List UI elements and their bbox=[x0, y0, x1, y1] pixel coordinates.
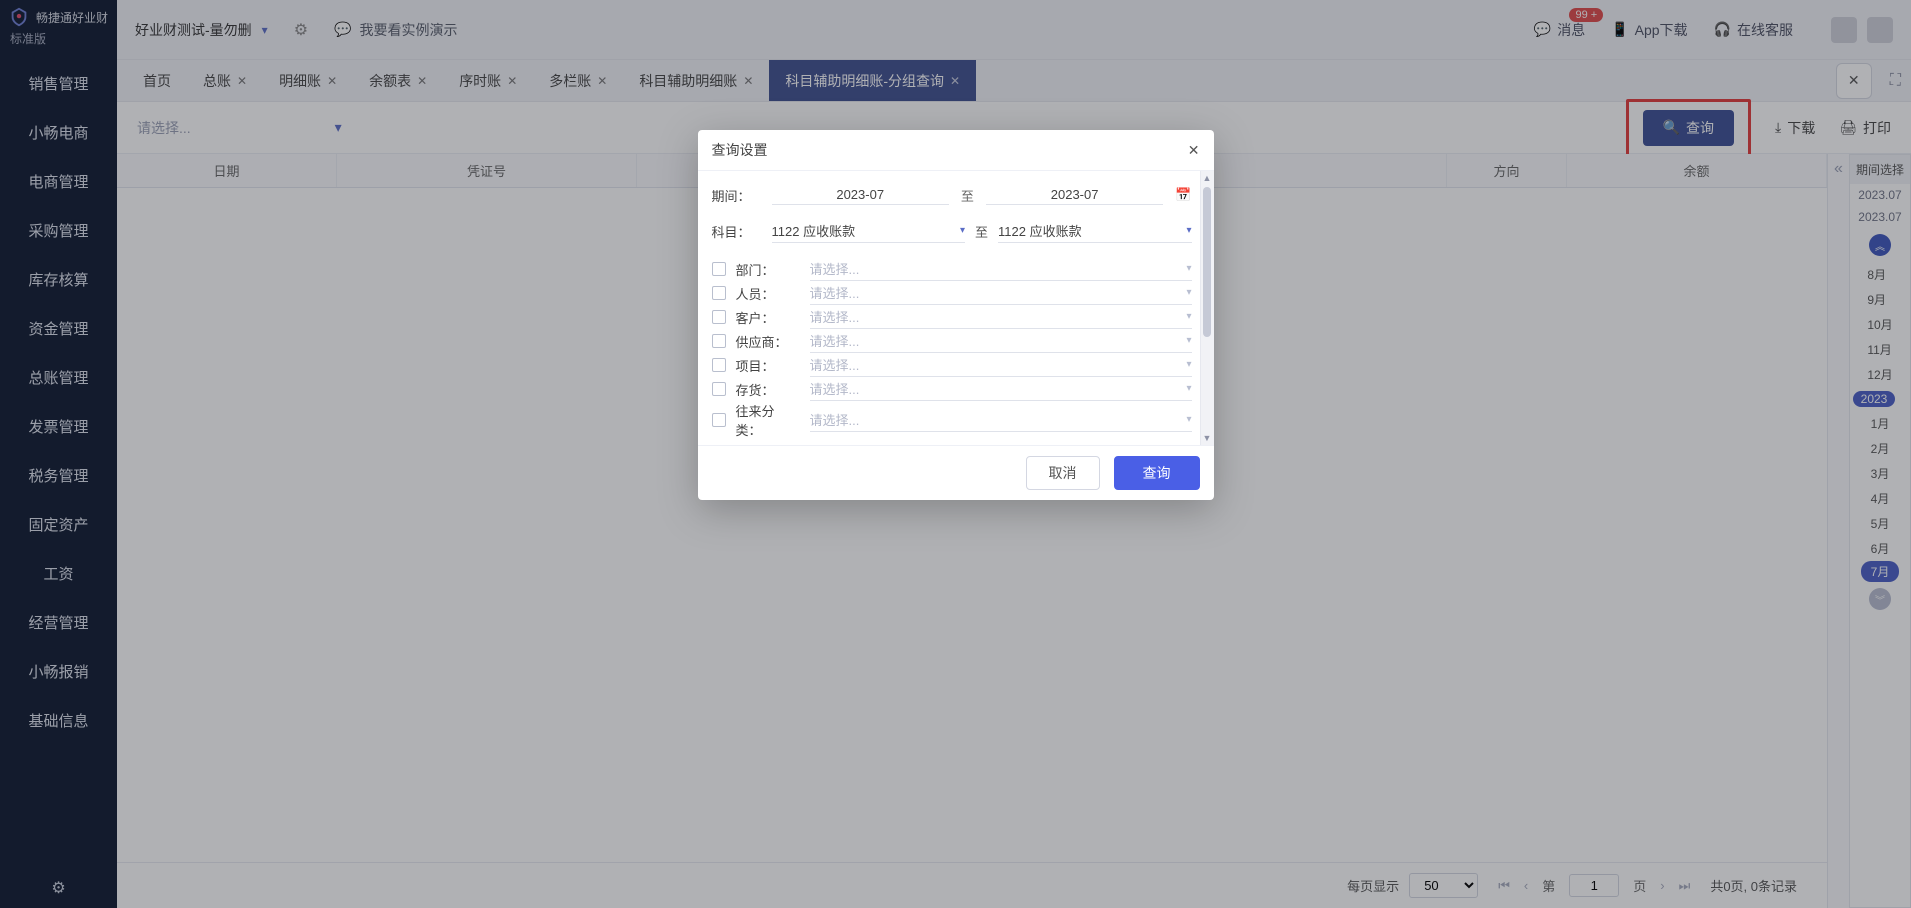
period-to-label: 至 bbox=[961, 186, 974, 205]
filter-placeholder: 请选择... bbox=[810, 331, 860, 350]
filter-select[interactable]: 请选择... ▾ bbox=[810, 281, 1192, 305]
chevron-down-icon: ▾ bbox=[1186, 263, 1191, 274]
chevron-down-icon: ▾ bbox=[1186, 225, 1191, 236]
dlg-filter-row: 人员： 请选择... ▾ bbox=[712, 281, 1192, 305]
dialog-title: 查询设置 bbox=[712, 140, 768, 160]
scroll-up-icon[interactable]: ▲ bbox=[1201, 173, 1214, 183]
dialog-scrollbar[interactable]: ▲ ▼ bbox=[1200, 171, 1214, 445]
dlg-cancel-button[interactable]: 取消 bbox=[1026, 456, 1100, 490]
subject-to-label: 至 bbox=[975, 222, 988, 241]
filter-select[interactable]: 请选择... ▾ bbox=[810, 353, 1192, 377]
period-label: 期间： bbox=[712, 186, 762, 205]
dlg-filter-row: 客户： 请选择... ▾ bbox=[712, 305, 1192, 329]
filter-select[interactable]: 请选择... ▾ bbox=[810, 305, 1192, 329]
subject-to-value: 1122 应收账款 bbox=[998, 221, 1082, 240]
chevron-down-icon: ▾ bbox=[1186, 383, 1191, 394]
subject-label: 科目： bbox=[712, 222, 762, 241]
dlg-filter-row: 存货： 请选择... ▾ bbox=[712, 377, 1192, 401]
dialog-close[interactable]: ✕ bbox=[1188, 142, 1200, 159]
filter-placeholder: 请选择... bbox=[810, 259, 860, 278]
checkbox[interactable] bbox=[712, 286, 726, 300]
filter-select[interactable]: 请选择... ▾ bbox=[810, 257, 1192, 281]
dlg-row-subject: 科目： 1122 应收账款 ▾ 至 1122 应收账款 ▾ bbox=[712, 219, 1192, 243]
chevron-down-icon: ▾ bbox=[1186, 335, 1191, 346]
dlg-filter-row: 项目： 请选择... ▾ bbox=[712, 353, 1192, 377]
filter-label: 存货： bbox=[736, 380, 800, 399]
chevron-down-icon: ▾ bbox=[1186, 359, 1191, 370]
filter-label: 供应商： bbox=[736, 332, 800, 351]
scroll-down-icon[interactable]: ▼ bbox=[1201, 433, 1214, 443]
checkbox[interactable] bbox=[712, 310, 726, 324]
filter-placeholder: 请选择... bbox=[810, 283, 860, 302]
filter-placeholder: 请选择... bbox=[810, 379, 860, 398]
query-settings-dialog: 查询设置 ✕ 期间： 2023-07 至 2023-07 📅 科目： bbox=[698, 130, 1214, 500]
chevron-down-icon: ▾ bbox=[960, 225, 965, 236]
checkbox[interactable] bbox=[712, 334, 726, 348]
period-from[interactable]: 2023-07 bbox=[772, 185, 949, 205]
dlg-ok-button[interactable]: 查询 bbox=[1114, 456, 1200, 490]
filter-placeholder: 请选择... bbox=[810, 307, 860, 326]
checkbox[interactable] bbox=[712, 382, 726, 396]
filter-select[interactable]: 请选择... ▾ bbox=[810, 408, 1192, 432]
subject-from-select[interactable]: 1122 应收账款 ▾ bbox=[772, 219, 966, 243]
scroll-thumb[interactable] bbox=[1203, 187, 1211, 337]
calendar-icon[interactable]: 📅 bbox=[1175, 187, 1191, 203]
checkbox[interactable] bbox=[712, 262, 726, 276]
filter-select[interactable]: 请选择... ▾ bbox=[810, 329, 1192, 353]
chevron-down-icon: ▾ bbox=[1186, 287, 1191, 298]
filter-label: 人员： bbox=[736, 284, 800, 303]
chevron-down-icon: ▾ bbox=[1186, 414, 1191, 425]
period-to[interactable]: 2023-07 bbox=[986, 185, 1163, 205]
filter-label: 部门： bbox=[736, 260, 800, 279]
filter-label: 往来分类： bbox=[736, 401, 800, 439]
filter-placeholder: 请选择... bbox=[810, 355, 860, 374]
chevron-down-icon: ▾ bbox=[1186, 311, 1191, 322]
filter-select[interactable]: 请选择... ▾ bbox=[810, 377, 1192, 401]
checkbox[interactable] bbox=[712, 358, 726, 372]
filter-label: 客户： bbox=[736, 308, 800, 327]
filter-label: 项目： bbox=[736, 356, 800, 375]
subject-from-value: 1122 应收账款 bbox=[772, 221, 856, 240]
modal-overlay: 查询设置 ✕ 期间： 2023-07 至 2023-07 📅 科目： bbox=[0, 0, 1911, 908]
dlg-filter-row: 往来分类： 请选择... ▾ bbox=[712, 401, 1192, 439]
filter-placeholder: 请选择... bbox=[810, 410, 860, 429]
dlg-filter-row: 供应商： 请选择... ▾ bbox=[712, 329, 1192, 353]
dlg-filter-row: 部门： 请选择... ▾ bbox=[712, 257, 1192, 281]
dlg-row-period: 期间： 2023-07 至 2023-07 📅 bbox=[712, 185, 1192, 205]
checkbox[interactable] bbox=[712, 413, 726, 427]
subject-to-select[interactable]: 1122 应收账款 ▾ bbox=[998, 219, 1192, 243]
